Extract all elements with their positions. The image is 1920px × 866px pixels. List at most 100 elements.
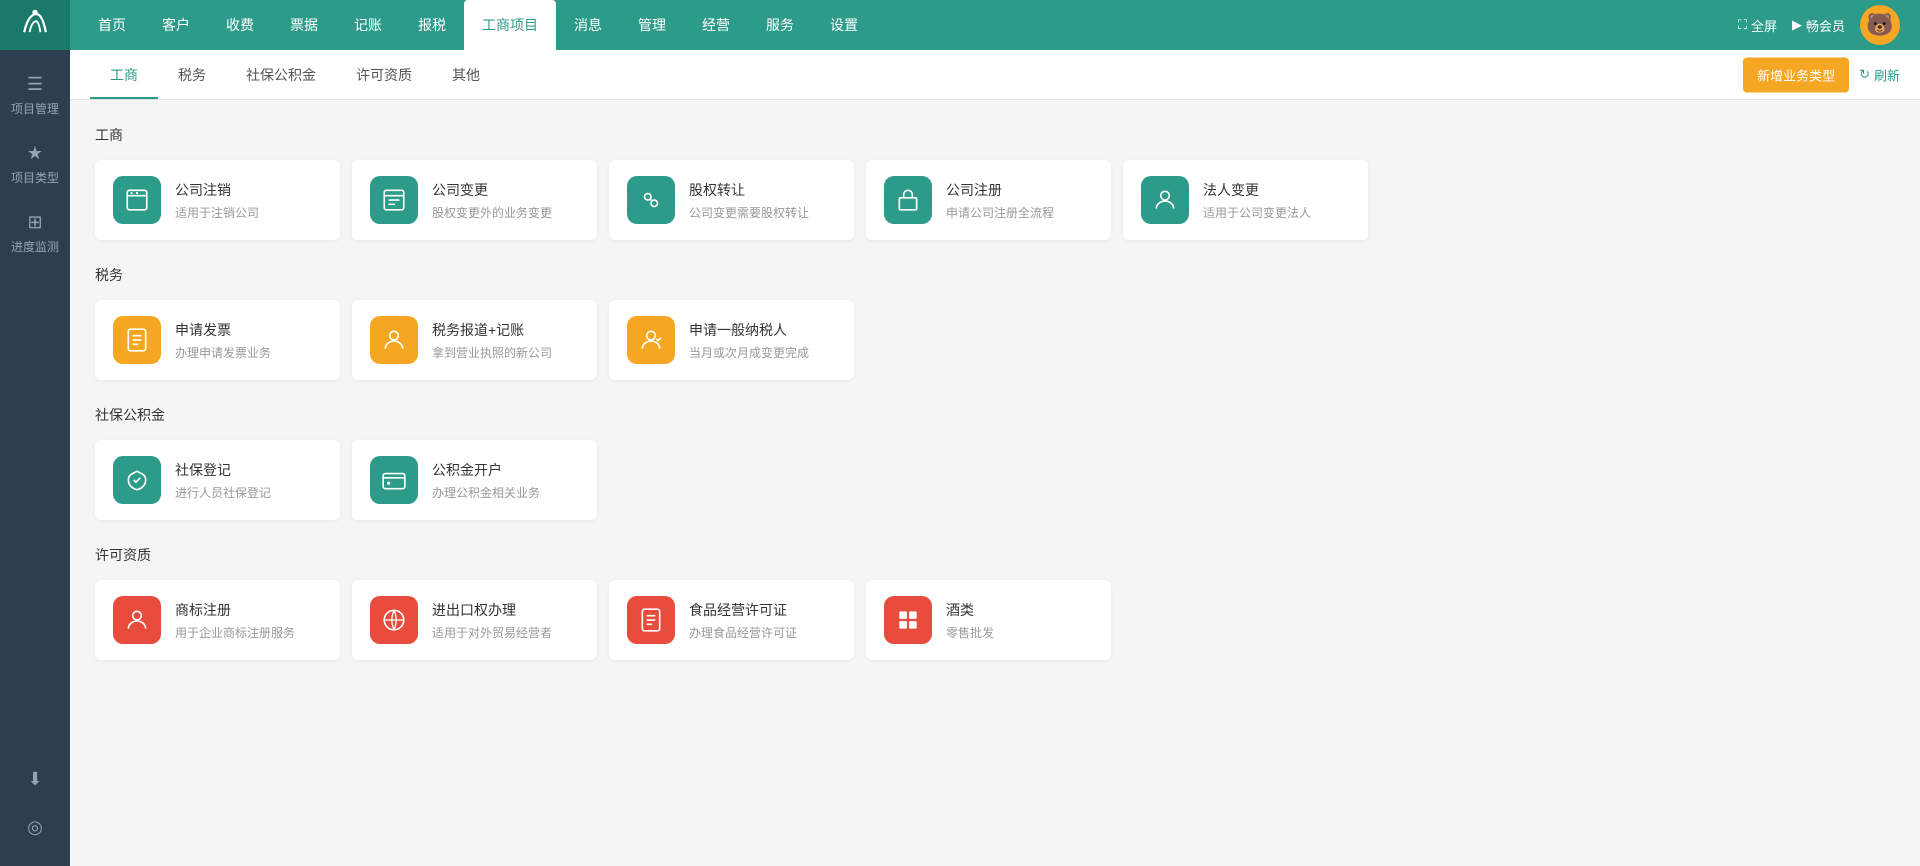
card-title-company-register: 公司注册 <box>946 180 1093 200</box>
card-icon-social-insurance <box>113 456 161 504</box>
card-title-food-license: 食品经营许可证 <box>689 600 836 620</box>
card-icon-company-change <box>370 176 418 224</box>
nav-bill[interactable]: 票据 <box>272 0 336 50</box>
project-mgmt-icon: ☰ <box>23 72 47 96</box>
section-label-industry: 工商 <box>95 125 1895 145</box>
add-business-type-button[interactable]: 新增业务类型 <box>1743 57 1849 92</box>
tab-license[interactable]: 许可资质 <box>336 53 432 99</box>
member-icon: ▶ <box>1792 17 1802 33</box>
download-icon: ⬇ <box>23 767 47 791</box>
card-equity-transfer[interactable]: 股权转让 公司变更需要股权转让 <box>609 160 854 240</box>
card-icon-trademark <box>113 596 161 644</box>
nav-fee[interactable]: 收费 <box>208 0 272 50</box>
tax-cards: 申请发票 办理申请发票业务 税务报道+记账 拿到营业执照的新公司 <box>95 300 1895 380</box>
card-icon-legal-person <box>1141 176 1189 224</box>
card-icon-equity <box>627 176 675 224</box>
card-legal-person-change[interactable]: 法人变更 适用于公司变更法人 <box>1123 160 1368 240</box>
card-desc-social-insurance: 进行人员社保登记 <box>175 484 322 501</box>
member-label: 畅会员 <box>1806 16 1845 35</box>
nav-settings[interactable]: 设置 <box>812 0 876 50</box>
card-provident-fund[interactable]: 公积金开户 办理公积金相关业务 <box>352 440 597 520</box>
section-label-social: 社保公积金 <box>95 405 1895 425</box>
sidebar-help[interactable]: ◎ <box>23 803 47 851</box>
card-food-license[interactable]: 食品经营许可证 办理食品经营许可证 <box>609 580 854 660</box>
sidebar-label-project-mgmt: 项目管理 <box>11 100 59 117</box>
card-desc-legal-person: 适用于公司变更法人 <box>1203 204 1350 221</box>
card-icon-company-register <box>884 176 932 224</box>
tab-industry[interactable]: 工商 <box>90 53 158 99</box>
card-text-liquor: 酒类 零售批发 <box>946 600 1093 641</box>
nav-operation[interactable]: 经营 <box>684 0 748 50</box>
tab-other[interactable]: 其他 <box>432 53 500 99</box>
refresh-button[interactable]: ↻ 刷新 <box>1859 65 1900 84</box>
nav-tax[interactable]: 报税 <box>400 0 464 50</box>
card-desc-company-cancel: 适用于注销公司 <box>175 204 322 221</box>
card-title-legal-person: 法人变更 <box>1203 180 1350 200</box>
card-tax-report[interactable]: 税务报道+记账 拿到营业执照的新公司 <box>352 300 597 380</box>
scroll-content[interactable]: 工商 公司注销 适用于注销公司 公司变更 <box>70 100 1920 866</box>
tab-bar: 工商 税务 社保公积金 许可资质 其他 新增业务类型 ↻ 刷新 <box>70 50 1920 100</box>
help-icon: ◎ <box>23 815 47 839</box>
card-text-food-license: 食品经营许可证 办理食品经营许可证 <box>689 600 836 641</box>
tab-bar-actions: 新增业务类型 ↻ 刷新 <box>1743 57 1900 92</box>
nav-industry[interactable]: 工商项目 <box>464 0 556 50</box>
sidebar-item-progress[interactable]: ⊞ 进度监测 <box>0 198 70 267</box>
nav-manage[interactable]: 管理 <box>620 0 684 50</box>
tab-social-insurance[interactable]: 社保公积金 <box>226 53 336 99</box>
card-desc-general-taxpayer: 当月或次月成变更完成 <box>689 344 836 361</box>
card-liquor[interactable]: 酒类 零售批发 <box>866 580 1111 660</box>
card-text-company-change: 公司变更 股权变更外的业务变更 <box>432 180 579 221</box>
card-desc-company-change: 股权变更外的业务变更 <box>432 204 579 221</box>
card-trademark[interactable]: 商标注册 用于企业商标注册服务 <box>95 580 340 660</box>
card-text-tax-report: 税务报道+记账 拿到营业执照的新公司 <box>432 320 579 361</box>
refresh-icon: ↻ <box>1859 67 1870 83</box>
industry-cards: 公司注销 适用于注销公司 公司变更 股权变更外的业务变更 <box>95 160 1895 240</box>
card-invoice[interactable]: 申请发票 办理申请发票业务 <box>95 300 340 380</box>
nav-items: 首页 客户 收费 票据 记账 报税 工商项目 消息 管理 经营 服务 设置 <box>70 0 1738 50</box>
nav-home[interactable]: 首页 <box>80 0 144 50</box>
card-company-change[interactable]: 公司变更 股权变更外的业务变更 <box>352 160 597 240</box>
card-desc-import-export: 适用于对外贸易经营者 <box>432 624 579 641</box>
card-text-trademark: 商标注册 用于企业商标注册服务 <box>175 600 322 641</box>
card-title-company-change: 公司变更 <box>432 180 579 200</box>
tab-tax[interactable]: 税务 <box>158 53 226 99</box>
card-text-provident-fund: 公积金开户 办理公积金相关业务 <box>432 460 579 501</box>
content-area: 工商 税务 社保公积金 许可资质 其他 新增业务类型 ↻ 刷新 工商 <box>70 50 1920 866</box>
card-desc-company-register: 申请公司注册全流程 <box>946 204 1093 221</box>
card-desc-provident-fund: 办理公积金相关业务 <box>432 484 579 501</box>
sidebar-label-progress: 进度监测 <box>11 238 59 255</box>
card-icon-tax-report <box>370 316 418 364</box>
refresh-label: 刷新 <box>1874 65 1900 84</box>
card-desc-tax-report: 拿到营业执照的新公司 <box>432 344 579 361</box>
social-cards: 社保登记 进行人员社保登记 公积金开户 办理公积金相关业务 <box>95 440 1895 520</box>
card-title-company-cancel: 公司注销 <box>175 180 322 200</box>
nav-accounting[interactable]: 记账 <box>336 0 400 50</box>
sidebar-item-project-type[interactable]: ★ 项目类型 <box>0 129 70 198</box>
member-button[interactable]: ▶ 畅会员 <box>1792 16 1845 35</box>
card-icon-import-export <box>370 596 418 644</box>
nav-service[interactable]: 服务 <box>748 0 812 50</box>
card-company-cancel[interactable]: 公司注销 适用于注销公司 <box>95 160 340 240</box>
card-general-taxpayer[interactable]: 申请一般纳税人 当月或次月成变更完成 <box>609 300 854 380</box>
section-label-license: 许可资质 <box>95 545 1895 565</box>
avatar[interactable]: 🐻 <box>1860 5 1900 45</box>
card-social-insurance[interactable]: 社保登记 进行人员社保登记 <box>95 440 340 520</box>
nav-customer[interactable]: 客户 <box>144 0 208 50</box>
sidebar-item-project-mgmt[interactable]: ☰ 项目管理 <box>0 60 70 129</box>
card-text-general-taxpayer: 申请一般纳税人 当月或次月成变更完成 <box>689 320 836 361</box>
card-title-social-insurance: 社保登记 <box>175 460 322 480</box>
card-text-equity: 股权转让 公司变更需要股权转让 <box>689 180 836 221</box>
card-company-register[interactable]: 公司注册 申请公司注册全流程 <box>866 160 1111 240</box>
card-import-export[interactable]: 进出口权办理 适用于对外贸易经营者 <box>352 580 597 660</box>
nav-message[interactable]: 消息 <box>556 0 620 50</box>
card-desc-liquor: 零售批发 <box>946 624 1093 641</box>
card-desc-food-license: 办理食品经营许可证 <box>689 624 836 641</box>
card-icon-general-taxpayer <box>627 316 675 364</box>
card-icon-company-cancel <box>113 176 161 224</box>
section-label-tax: 税务 <box>95 265 1895 285</box>
card-icon-provident-fund <box>370 456 418 504</box>
card-title-equity: 股权转让 <box>689 180 836 200</box>
sidebar-download[interactable]: ⬇ <box>23 755 47 803</box>
fullscreen-button[interactable]: ⛶ 全屏 <box>1738 16 1777 35</box>
card-text-social-insurance: 社保登记 进行人员社保登记 <box>175 460 322 501</box>
